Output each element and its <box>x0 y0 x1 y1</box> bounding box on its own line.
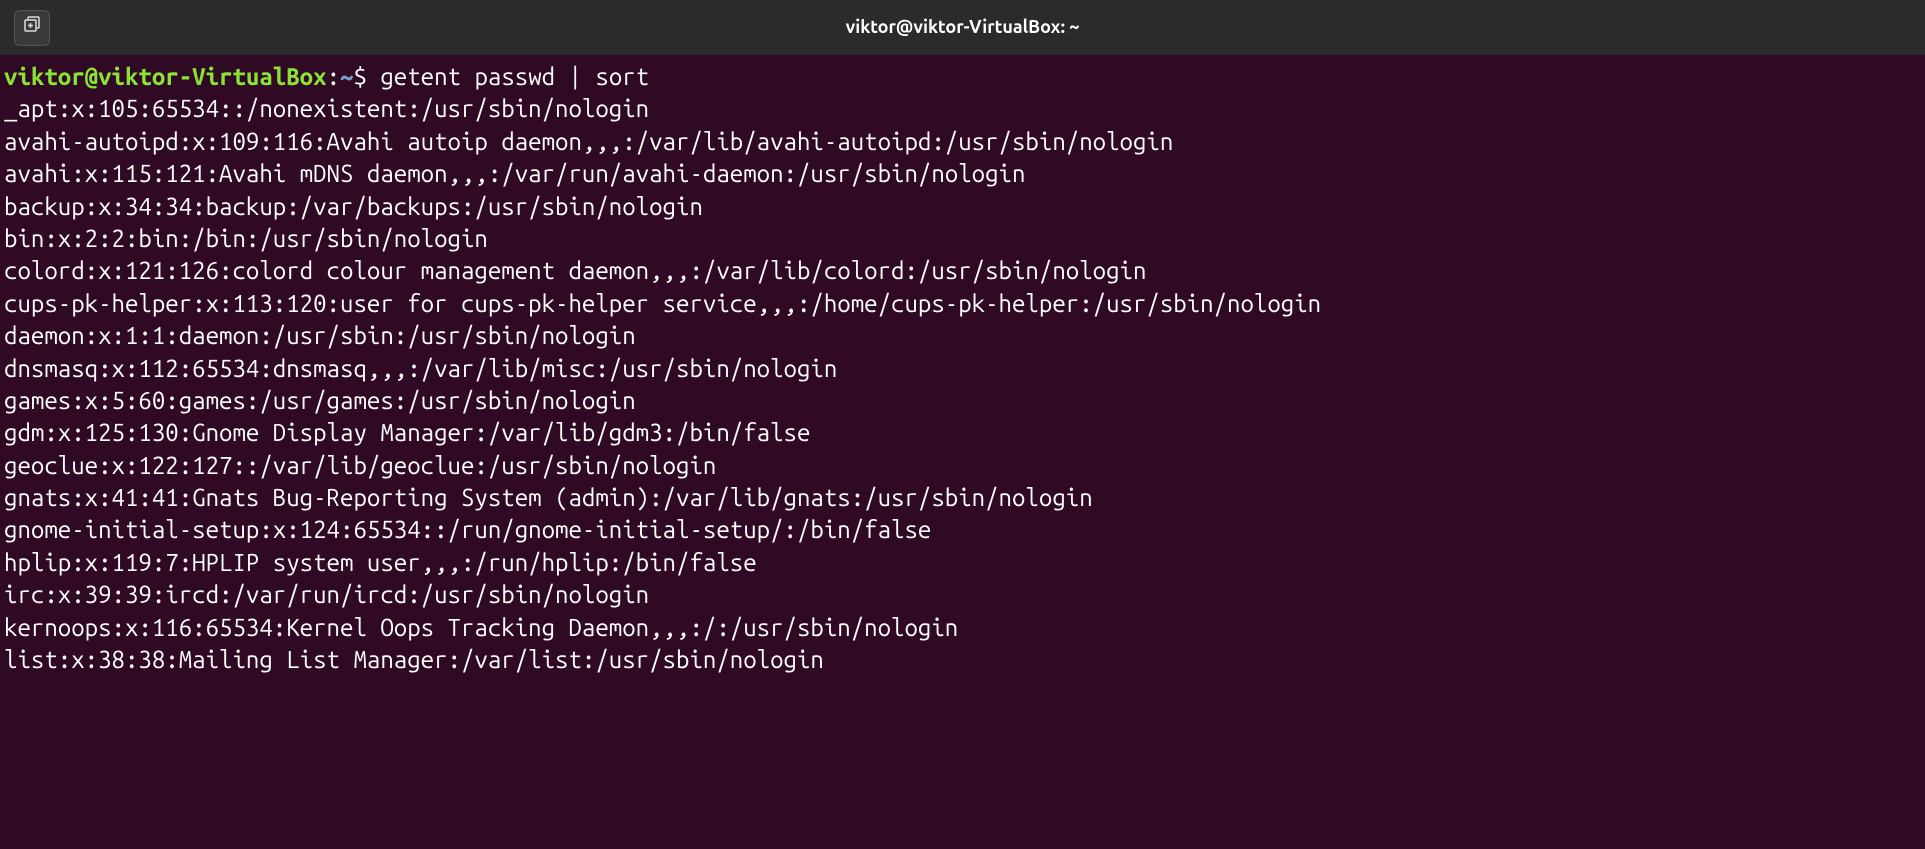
prompt-user-host: viktor@viktor-VirtualBox <box>4 63 327 90</box>
prompt-line: viktor@viktor-VirtualBox:~$ getent passw… <box>4 61 1921 93</box>
output-line: avahi-autoipd:x:109:116:Avahi autoip dae… <box>4 126 1921 158</box>
output-line: _apt:x:105:65534::/nonexistent:/usr/sbin… <box>4 93 1921 125</box>
prompt-dollar: $ <box>353 63 366 90</box>
command-text: getent passwd | sort <box>367 63 649 90</box>
output-line: backup:x:34:34:backup:/var/backups:/usr/… <box>4 191 1921 223</box>
prompt-path: ~ <box>340 63 353 90</box>
output-line: avahi:x:115:121:Avahi mDNS daemon,,,:/va… <box>4 158 1921 190</box>
output-line: games:x:5:60:games:/usr/games:/usr/sbin/… <box>4 385 1921 417</box>
output-line: colord:x:121:126:colord colour managemen… <box>4 255 1921 287</box>
command-output: _apt:x:105:65534::/nonexistent:/usr/sbin… <box>4 93 1921 676</box>
output-line: irc:x:39:39:ircd:/var/run/ircd:/usr/sbin… <box>4 579 1921 611</box>
output-line: geoclue:x:122:127::/var/lib/geoclue:/usr… <box>4 450 1921 482</box>
output-line: hplip:x:119:7:HPLIP system user,,,:/run/… <box>4 547 1921 579</box>
window-title: viktor@viktor-VirtualBox: ~ <box>846 15 1080 39</box>
terminal-area[interactable]: viktor@viktor-VirtualBox:~$ getent passw… <box>0 55 1925 676</box>
prompt-sep: : <box>327 63 340 90</box>
output-line: dnsmasq:x:112:65534:dnsmasq,,,:/var/lib/… <box>4 353 1921 385</box>
output-line: list:x:38:38:Mailing List Manager:/var/l… <box>4 644 1921 676</box>
output-line: daemon:x:1:1:daemon:/usr/sbin:/usr/sbin/… <box>4 320 1921 352</box>
output-line: gnats:x:41:41:Gnats Bug-Reporting System… <box>4 482 1921 514</box>
new-tab-button[interactable] <box>14 10 50 46</box>
output-line: gdm:x:125:130:Gnome Display Manager:/var… <box>4 417 1921 449</box>
new-tab-icon <box>23 15 41 39</box>
window-titlebar: viktor@viktor-VirtualBox: ~ <box>0 0 1925 55</box>
output-line: kernoops:x:116:65534:Kernel Oops Trackin… <box>4 612 1921 644</box>
output-line: bin:x:2:2:bin:/bin:/usr/sbin/nologin <box>4 223 1921 255</box>
output-line: gnome-initial-setup:x:124:65534::/run/gn… <box>4 514 1921 546</box>
output-line: cups-pk-helper:x:113:120:user for cups-p… <box>4 288 1921 320</box>
